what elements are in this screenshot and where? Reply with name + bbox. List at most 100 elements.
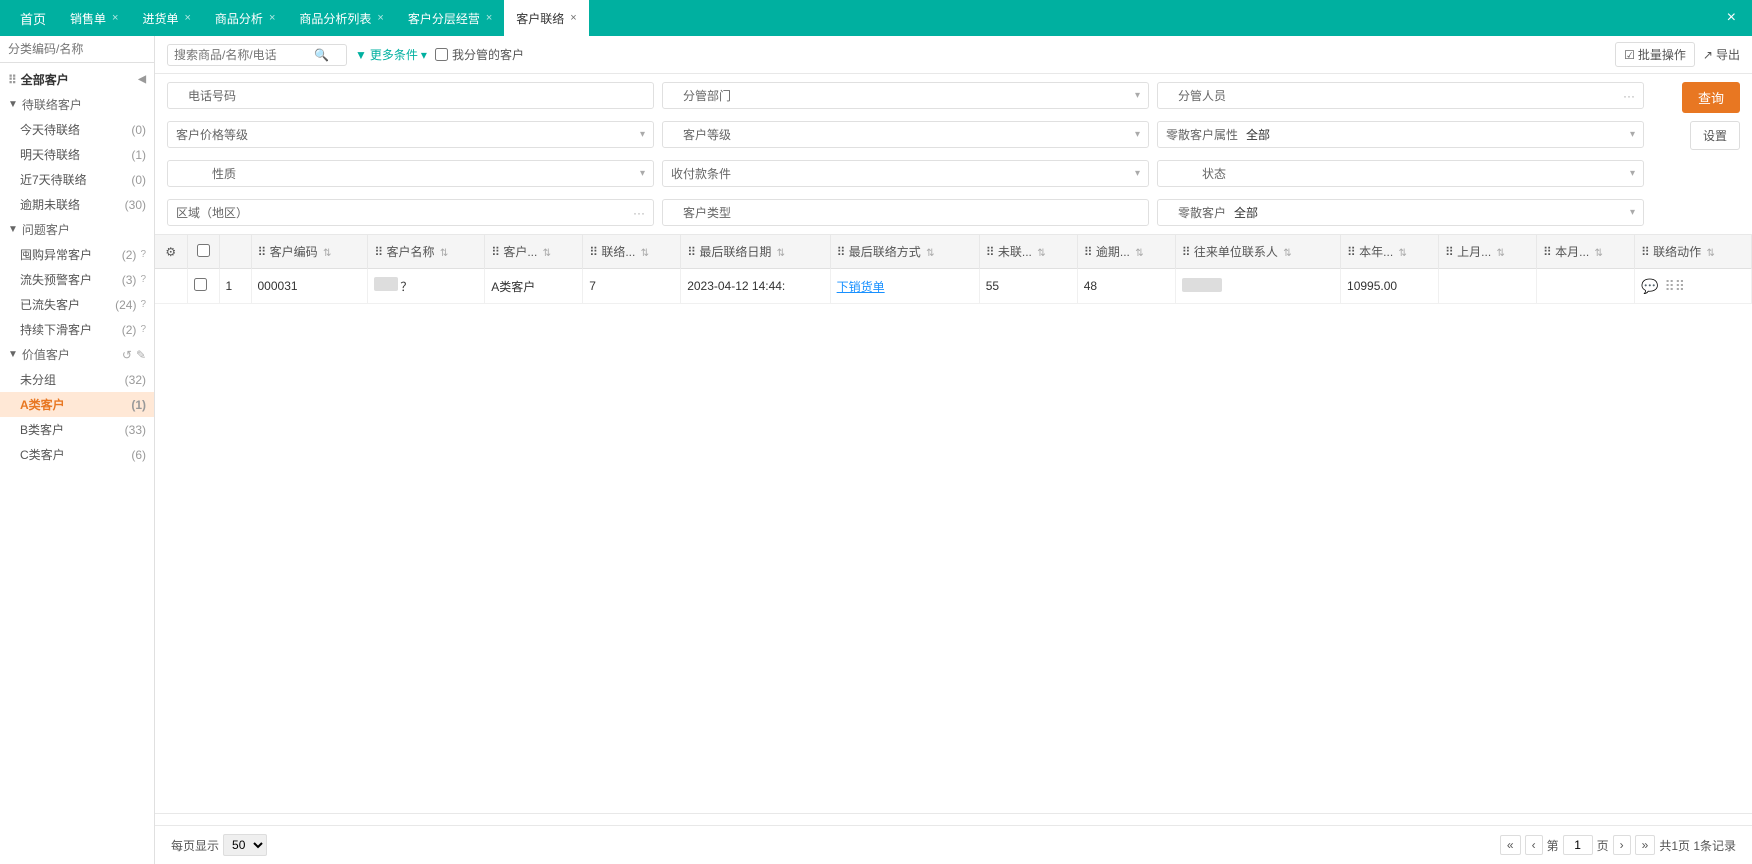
nature-input[interactable] <box>244 167 640 181</box>
th-contact-count[interactable]: ⠿ 联络... ⇅ <box>583 235 681 269</box>
retail-customer-dropdown-icon[interactable]: ▾ <box>1630 207 1635 218</box>
row-checkbox[interactable] <box>194 278 207 291</box>
sidebar-item-lost-warning[interactable]: 流失预警客户 (3) ? <box>0 267 154 292</box>
help-hoarding-icon[interactable]: ? <box>140 249 146 260</box>
next-page-button[interactable]: › <box>1613 835 1631 855</box>
th-no-contact[interactable]: ⠿ 未联... ⇅ <box>979 235 1077 269</box>
customer-level-dropdown-icon[interactable]: ▾ <box>1135 129 1140 140</box>
th-last-date[interactable]: ⠿ 最后联络日期 ⇅ <box>681 235 830 269</box>
my-customers-checkbox[interactable] <box>435 48 448 61</box>
phone-input[interactable] <box>244 89 645 103</box>
more-conditions[interactable]: ▼ 更多条件 ▾ <box>355 46 427 63</box>
sidebar-group-problem[interactable]: ▼ 问题客户 <box>0 217 154 242</box>
price-level-dropdown-icon[interactable]: ▾ <box>640 129 645 140</box>
price-level-input[interactable] <box>256 128 640 142</box>
sort-contact-icon: ⇅ <box>641 248 649 259</box>
th-year-amount[interactable]: ⠿ 本年... ⇅ <box>1341 235 1439 269</box>
last-page-button[interactable]: » <box>1635 835 1656 855</box>
sidebar-item-tomorrow-pending[interactable]: 明天待联络 (1) <box>0 142 154 167</box>
sidebar-item-ungrouped[interactable]: 未分组 (32) <box>0 367 154 392</box>
nature-dropdown-icon[interactable]: ▾ <box>640 168 645 179</box>
dept-input[interactable] <box>739 89 1135 103</box>
th-customer-category[interactable]: ⠿ 客户... ⇅ <box>485 235 583 269</box>
person-input[interactable] <box>1234 89 1623 103</box>
search-icon[interactable]: 🔍 <box>314 48 329 62</box>
first-page-button[interactable]: « <box>1500 835 1521 855</box>
th-settings[interactable]: ⚙ <box>155 235 187 269</box>
export-button[interactable]: ↗ 导出 <box>1703 46 1740 63</box>
sidebar-item-a-class[interactable]: A类客户 (1) <box>0 392 154 417</box>
nav-home[interactable]: 首页 <box>8 0 58 36</box>
horizontal-scrollbar[interactable] <box>155 813 1752 825</box>
nav-customer-contact[interactable]: 客户联络 × <box>504 0 588 36</box>
my-customers-filter[interactable]: 我分管的客户 <box>435 46 524 63</box>
person-more-icon[interactable]: ··· <box>1623 89 1635 103</box>
per-page-select[interactable]: 50 <box>223 834 267 856</box>
sidebar-group-pending[interactable]: ▼ 待联络客户 <box>0 92 154 117</box>
prev-page-button[interactable]: ‹ <box>1525 835 1543 855</box>
th-overdue[interactable]: ⠿ 逾期... ⇅ <box>1077 235 1175 269</box>
help-lost-icon[interactable]: ? <box>140 299 146 310</box>
td-checkbox[interactable] <box>187 269 219 304</box>
settings-button[interactable]: 设置 <box>1690 121 1740 150</box>
th-checkbox[interactable] <box>187 235 219 269</box>
payment-dropdown-icon[interactable]: ▾ <box>1135 168 1140 179</box>
last-method-link[interactable]: 下销货单 <box>837 280 885 294</box>
sidebar-item-today-pending[interactable]: 今天待联络 (0) <box>0 117 154 142</box>
help-declining-icon[interactable]: ? <box>140 324 146 335</box>
th-customer-code[interactable]: ⠿ 客户编码 ⇅ <box>251 235 368 269</box>
th-this-month[interactable]: ⠿ 本月... ⇅ <box>1537 235 1635 269</box>
payment-input[interactable] <box>739 167 1135 181</box>
select-all-checkbox[interactable] <box>197 244 210 257</box>
status-dropdown-icon[interactable]: ▾ <box>1630 168 1635 179</box>
sidebar-item-b-class[interactable]: B类客户 (33) <box>0 417 154 442</box>
retail-attr-dropdown-icon[interactable]: ▾ <box>1630 129 1635 140</box>
th-last-method[interactable]: ⠿ 最后联络方式 ⇅ <box>830 235 979 269</box>
dept-dropdown-icon[interactable]: ▾ <box>1135 90 1140 101</box>
status-input[interactable] <box>1234 167 1630 181</box>
close-all-tabs[interactable]: × <box>1719 9 1744 27</box>
close-customer-segment-tab[interactable]: × <box>486 12 492 24</box>
nav-product-analysis[interactable]: 商品分析 × <box>203 0 287 36</box>
td-last-method[interactable]: 下销货单 <box>830 269 979 304</box>
customer-level-input[interactable] <box>739 128 1135 142</box>
page-number-input[interactable] <box>1563 835 1593 855</box>
td-year: 10995.00 <box>1341 269 1439 304</box>
th-unit-contact[interactable]: ⠿ 往来单位联系人 ⇅ <box>1175 235 1340 269</box>
close-customer-contact-tab[interactable]: × <box>570 12 576 24</box>
close-sales-tab[interactable]: × <box>112 12 118 24</box>
sidebar-group-value[interactable]: ▼ 价值客户 ↺ ✎ <box>0 342 154 367</box>
th-last-month[interactable]: ⠿ 上月... ⇅ <box>1439 235 1537 269</box>
sidebar-item-hoarding[interactable]: 囤购异常客户 (2) ? <box>0 242 154 267</box>
chat-action-icon[interactable]: 💬 <box>1641 278 1658 295</box>
collapse-icon[interactable]: ◀ <box>138 74 146 85</box>
refresh-icon[interactable]: ↺ <box>122 348 132 362</box>
nav-purchase[interactable]: 进货单 × <box>130 0 202 36</box>
sidebar-item-declining[interactable]: 持续下滑客户 (2) ? <box>0 317 154 342</box>
batch-operation-button[interactable]: ☑ 批量操作 <box>1615 42 1695 67</box>
nav-sales[interactable]: 销售单 × <box>58 0 130 36</box>
th-customer-name[interactable]: ⠿ 客户名称 ⇅ <box>368 235 485 269</box>
nav-customer-segment[interactable]: 客户分层经营 × <box>396 0 504 36</box>
sidebar-item-lost[interactable]: 已流失客户 (24) ? <box>0 292 154 317</box>
edit-icon[interactable]: ✎ <box>136 348 146 362</box>
sidebar-all-customers[interactable]: ⠿ 全部客户 ◀ <box>0 63 154 92</box>
query-button[interactable]: 查询 <box>1682 82 1740 113</box>
sidebar-search-input[interactable] <box>8 42 155 56</box>
sidebar-item-7days-pending[interactable]: 近7天待联络 (0) <box>0 167 154 192</box>
close-product-analysis-list-tab[interactable]: × <box>377 12 383 24</box>
sidebar-item-overdue[interactable]: 逾期未联络 (30) <box>0 192 154 217</box>
th-seq <box>219 235 251 269</box>
close-product-analysis-tab[interactable]: × <box>269 12 275 24</box>
area-more-icon[interactable]: ··· <box>633 206 645 220</box>
search-input[interactable] <box>174 48 314 62</box>
help-lost-warning-icon[interactable]: ? <box>140 274 146 285</box>
area-input[interactable] <box>256 206 633 220</box>
nav-product-analysis-list[interactable]: 商品分析列表 × <box>287 0 395 36</box>
customer-type-input[interactable] <box>739 206 1140 220</box>
sidebar-item-c-class[interactable]: C类客户 (6) <box>0 442 154 467</box>
close-purchase-tab[interactable]: × <box>184 12 190 24</box>
th-action[interactable]: ⠿ 联络动作 ⇅ <box>1635 235 1752 269</box>
td-name: ？ <box>368 269 485 304</box>
qr-action-icon[interactable]: ⠿⠿ <box>1664 278 1685 295</box>
